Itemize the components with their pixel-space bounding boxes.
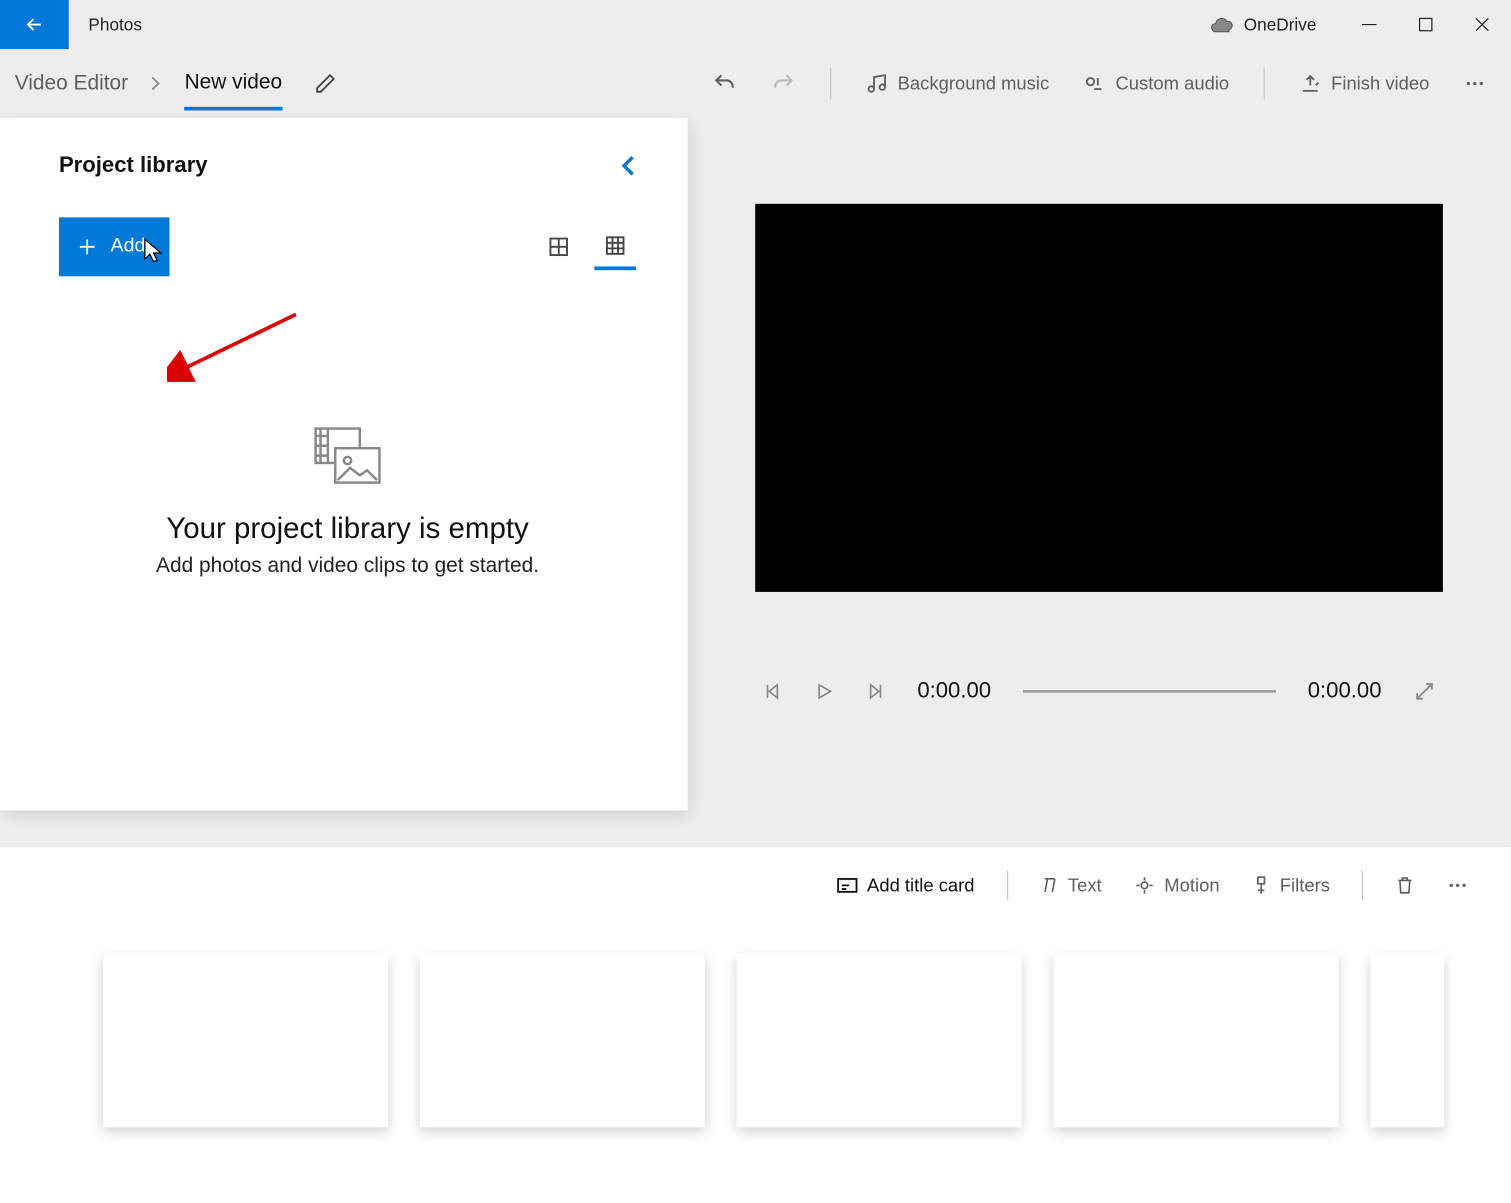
storyboard-panel: Add title card Text Motion Filters xyxy=(0,847,1510,1203)
cloud-icon xyxy=(1209,16,1234,33)
music-icon xyxy=(866,72,888,94)
storyboard-slot[interactable] xyxy=(1370,953,1444,1127)
title-card-icon xyxy=(836,877,858,894)
fullscreen-icon xyxy=(1413,680,1435,702)
text-label: Text xyxy=(1068,875,1102,896)
redo-icon xyxy=(771,71,796,96)
custom-audio-label: Custom audio xyxy=(1116,73,1230,94)
play-icon xyxy=(814,681,834,701)
storyboard-slot[interactable] xyxy=(420,953,705,1127)
finish-video-button[interactable]: Finish video xyxy=(1289,65,1439,102)
storyboard-slot[interactable] xyxy=(737,953,1022,1127)
filters-tool-button[interactable]: Filters xyxy=(1244,870,1337,901)
collapse-library-button[interactable] xyxy=(619,153,636,178)
empty-library-icon xyxy=(311,424,385,488)
add-button[interactable]: Add xyxy=(59,217,170,276)
grid-large-button[interactable] xyxy=(538,226,580,268)
minimize-button[interactable] xyxy=(1341,0,1397,49)
play-button[interactable] xyxy=(814,681,834,701)
more-icon xyxy=(1464,72,1486,94)
time-total: 0:00.00 xyxy=(1308,678,1382,704)
storyboard-slot[interactable] xyxy=(1054,953,1339,1127)
title-card-label: Add title card xyxy=(867,875,975,896)
empty-title: Your project library is empty xyxy=(59,512,636,546)
onedrive-label: OneDrive xyxy=(1244,15,1317,35)
step-forward-icon xyxy=(866,681,886,701)
undo-icon xyxy=(712,71,737,96)
chevron-right-icon xyxy=(150,75,162,92)
breadcrumb-page[interactable]: New video xyxy=(185,69,282,110)
maximize-button[interactable] xyxy=(1397,0,1453,49)
grid-small-button[interactable] xyxy=(594,228,636,270)
onedrive-status[interactable]: OneDrive xyxy=(1209,15,1316,35)
add-title-card-button[interactable]: Add title card xyxy=(829,870,982,901)
rename-button[interactable] xyxy=(314,72,336,94)
fullscreen-button[interactable] xyxy=(1413,680,1435,702)
more-button[interactable] xyxy=(1454,65,1496,102)
annotation-arrow-icon xyxy=(167,308,302,382)
empty-subtitle: Add photos and video clips to get starte… xyxy=(59,554,636,579)
filters-label: Filters xyxy=(1280,875,1330,896)
project-library-panel: Project library Add xyxy=(0,118,688,811)
video-preview[interactable] xyxy=(755,204,1443,592)
finish-label: Finish video xyxy=(1331,73,1429,94)
step-back-icon xyxy=(763,681,783,701)
motion-tool-button[interactable]: Motion xyxy=(1126,870,1227,901)
seek-bar[interactable] xyxy=(1023,690,1276,692)
close-button[interactable] xyxy=(1454,0,1510,49)
library-title: Project library xyxy=(59,152,208,178)
add-label: Add xyxy=(111,236,146,258)
custom-audio-button[interactable]: Custom audio xyxy=(1074,65,1239,102)
breadcrumb-root[interactable]: Video Editor xyxy=(15,71,128,96)
pencil-icon xyxy=(314,72,336,94)
delete-clip-button[interactable] xyxy=(1388,869,1422,901)
motion-icon xyxy=(1134,876,1156,896)
undo-button[interactable] xyxy=(702,64,746,103)
more-icon xyxy=(1447,874,1469,896)
storyboard-more-button[interactable] xyxy=(1439,869,1476,901)
bg-music-label: Background music xyxy=(898,73,1050,94)
motion-label: Motion xyxy=(1164,875,1219,896)
export-icon xyxy=(1299,72,1321,94)
storyboard-slot[interactable] xyxy=(103,953,388,1127)
text-icon xyxy=(1040,876,1060,896)
text-tool-button[interactable]: Text xyxy=(1032,870,1109,901)
time-current: 0:00.00 xyxy=(917,678,991,704)
grid-2x2-icon xyxy=(548,236,570,258)
plus-icon xyxy=(76,236,98,258)
next-frame-button[interactable] xyxy=(866,681,886,701)
custom-audio-icon xyxy=(1084,72,1106,94)
back-button[interactable] xyxy=(0,0,69,49)
background-music-button[interactable]: Background music xyxy=(856,65,1059,102)
grid-3x3-icon xyxy=(604,234,626,256)
trash-icon xyxy=(1395,874,1415,896)
filters-icon xyxy=(1252,876,1272,896)
prev-frame-button[interactable] xyxy=(763,681,783,701)
app-title: Photos xyxy=(88,15,142,35)
chevron-left-icon xyxy=(619,153,636,178)
redo-button[interactable] xyxy=(761,64,805,103)
